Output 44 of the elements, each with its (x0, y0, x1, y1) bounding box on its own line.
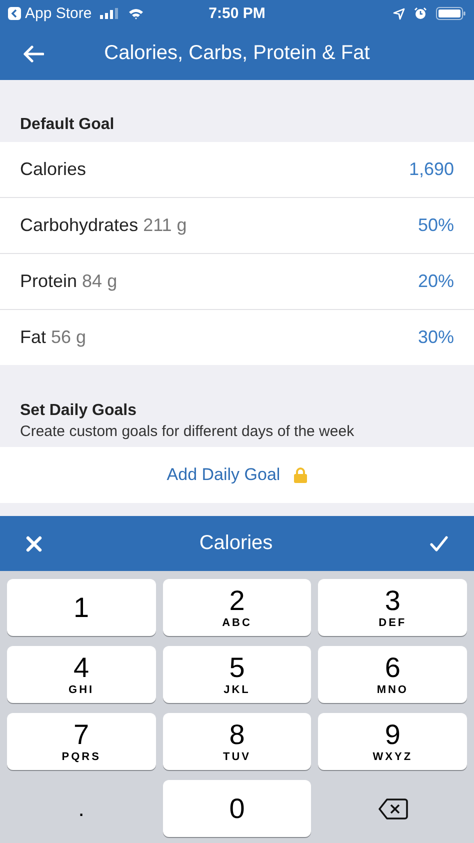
section-header: Default Goal (20, 116, 116, 134)
section-subtitle: Create custom goals for different days of the week (20, 423, 356, 440)
keypad-key[interactable]: 6 MNO (318, 646, 467, 703)
alarm-clock-icon (414, 7, 427, 20)
goal-row[interactable]: Fat 56 g 30% (0, 310, 474, 365)
keypad-key[interactable]: . (7, 780, 156, 837)
editor-title: Calories (199, 532, 273, 555)
keypad-key[interactable]: 2 ABC (162, 579, 312, 636)
signal-icon (100, 8, 120, 19)
row-value: 20% (418, 271, 454, 292)
wifi-icon (128, 8, 144, 20)
close-icon (26, 536, 42, 552)
keypad-key[interactable]: 1 (7, 579, 156, 636)
confirm-button[interactable] (430, 536, 448, 552)
keypad-key[interactable]: 5 JKL (162, 646, 312, 703)
status-time: 7:50 PM (208, 5, 266, 22)
back-app-link[interactable]: App Store (25, 5, 92, 22)
backspace-icon (378, 798, 408, 820)
add-daily-goal-link[interactable]: Add Daily Goal (166, 465, 308, 485)
keypad-key[interactable]: 4 GHI (7, 646, 156, 703)
section-header: Set Daily Goals (20, 402, 138, 420)
location-arrow-icon (392, 8, 405, 20)
lock-icon (294, 467, 308, 483)
back-chevron-icon[interactable] (8, 7, 21, 20)
row-label: Fat 56 g (20, 327, 86, 348)
goal-row[interactable]: Calories 1,690 (0, 142, 474, 198)
keypad-key[interactable]: 7 PQRS (7, 713, 156, 770)
keypad-key[interactable]: 0 (162, 780, 312, 837)
row-value: 50% (418, 215, 454, 236)
checkmark-icon (430, 536, 448, 552)
keypad-key[interactable]: 9 WXYZ (318, 713, 467, 770)
back-arrow-icon (22, 44, 44, 62)
row-value: 30% (418, 327, 454, 348)
row-label: Carbohydrates 211 g (20, 215, 187, 236)
row-label: Protein 84 g (20, 271, 118, 292)
goal-row[interactable]: Carbohydrates 211 g 50% (0, 198, 474, 254)
keypad-key[interactable]: 3 DEF (318, 579, 467, 636)
row-label: Calories (20, 159, 86, 180)
goal-row[interactable]: Protein 84 g 20% (0, 254, 474, 310)
keypad-key[interactable]: 8 TUV (162, 713, 312, 770)
close-button[interactable] (26, 536, 42, 552)
row-value: 1,690 (408, 159, 454, 180)
screen-title: Calories, Carbs, Protein & Fat (103, 42, 371, 65)
battery-icon (436, 7, 466, 20)
